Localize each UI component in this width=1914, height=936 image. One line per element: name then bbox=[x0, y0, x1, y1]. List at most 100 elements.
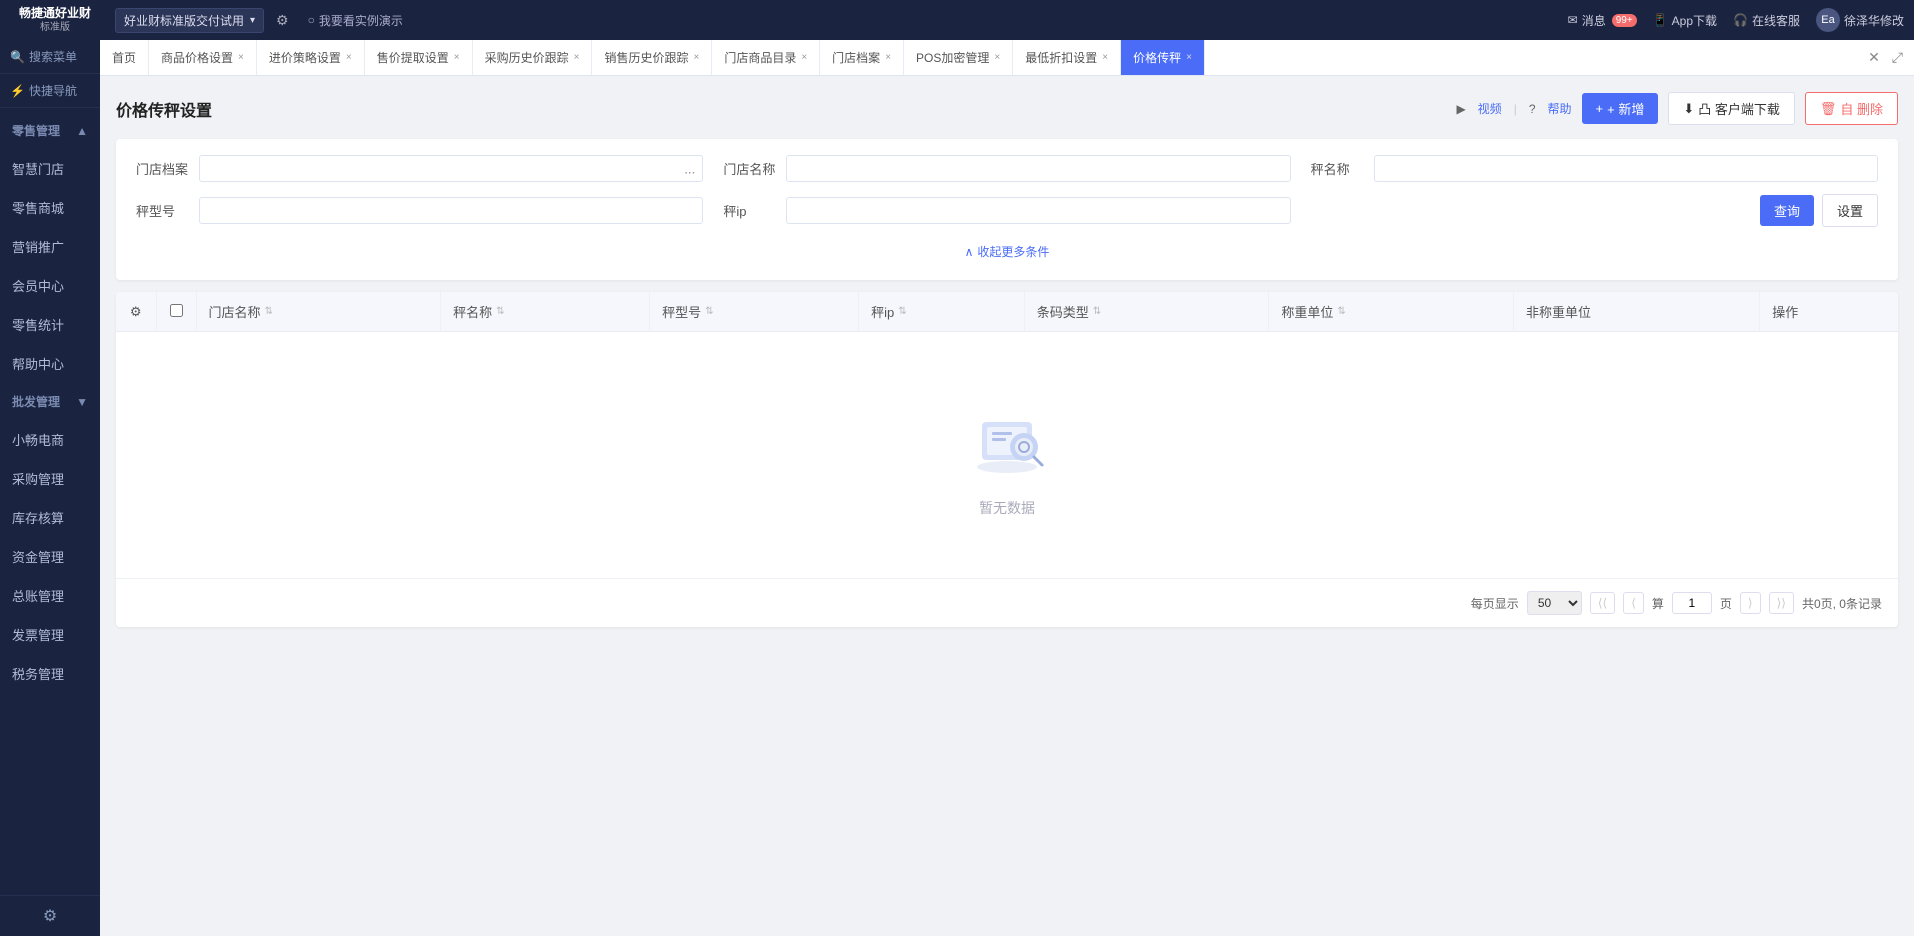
sort-scale-name[interactable]: 秤名称 ⇅ bbox=[453, 302, 637, 321]
filter-card: 门店档案 ... 门店名称 秤名称 秤型号 秤ip bbox=[116, 139, 1898, 280]
sidebar-item-wholesale-mgmt[interactable]: 批发管理 ▼ bbox=[0, 383, 100, 420]
scale-model-input[interactable] bbox=[199, 197, 703, 224]
close-icon[interactable]: × bbox=[1186, 52, 1192, 63]
tab-store-catalog[interactable]: 门店商品目录 × bbox=[712, 40, 820, 76]
page-size-select[interactable]: 10 20 50 100 bbox=[1527, 591, 1582, 615]
tab-product-pricing[interactable]: 商品价格设置 × bbox=[149, 40, 257, 76]
sidebar-item-label: 采购管理 bbox=[12, 469, 64, 488]
scale-ip-label: 秤ip bbox=[723, 201, 778, 220]
set-button[interactable]: 设置 bbox=[1822, 194, 1878, 227]
sidebar-search[interactable]: 🔍 搜索菜单 bbox=[0, 40, 100, 74]
tab-label: 最低折扣设置 bbox=[1025, 49, 1097, 66]
demo-link[interactable]: ○ 我要看实例演示 bbox=[308, 12, 403, 29]
close-icon[interactable]: × bbox=[454, 52, 460, 63]
query-button[interactable]: 查询 bbox=[1760, 195, 1814, 226]
sidebar-item-label: 总账管理 bbox=[12, 586, 64, 605]
page-label-post: 页 bbox=[1720, 595, 1732, 612]
settings-gear-icon[interactable]: ⚙ bbox=[43, 906, 57, 926]
last-page-button[interactable]: ⟩⟩ bbox=[1769, 592, 1794, 614]
close-tab-button[interactable]: ✕ bbox=[1862, 45, 1886, 70]
close-icon[interactable]: × bbox=[994, 52, 1000, 63]
close-icon[interactable]: × bbox=[885, 52, 891, 63]
demo-text: 我要看实例演示 bbox=[319, 12, 403, 29]
sort-icon: ⇅ bbox=[705, 306, 713, 317]
tab-store-archive[interactable]: 门店档案 × bbox=[820, 40, 904, 76]
sort-weight-unit[interactable]: 称重单位 ⇅ bbox=[1281, 302, 1501, 321]
close-icon[interactable]: × bbox=[574, 52, 580, 63]
version-settings-button[interactable]: ⚙ bbox=[272, 8, 293, 33]
filter-row-2: 秤型号 秤ip 查询 设置 bbox=[136, 194, 1878, 227]
video-label[interactable]: 视频 bbox=[1478, 100, 1502, 117]
sidebar-item-invoice[interactable]: 发票管理 bbox=[0, 615, 100, 654]
th-scale-ip: 秤ip ⇅ bbox=[859, 292, 1025, 332]
version-selector[interactable]: 好业财标准版交付试用 ▾ bbox=[115, 8, 264, 33]
tab-price-scale[interactable]: 价格传秤 × bbox=[1121, 40, 1205, 76]
tab-label: POS加密管理 bbox=[916, 49, 989, 66]
sort-icon: ⇅ bbox=[265, 306, 273, 317]
sidebar-item-general-ledger[interactable]: 总账管理 bbox=[0, 576, 100, 615]
page-help: ▶ 视频 | ? 帮助 bbox=[1456, 100, 1571, 117]
select-all-checkbox[interactable] bbox=[170, 304, 183, 317]
sidebar-item-help[interactable]: 帮助中心 bbox=[0, 344, 100, 383]
store-name-input[interactable] bbox=[786, 155, 1290, 182]
sidebar-item-member[interactable]: 会员中心 bbox=[0, 266, 100, 305]
online-service-button[interactable]: 🎧 在线客服 bbox=[1733, 12, 1800, 29]
sort-store-name[interactable]: 门店名称 ⇅ bbox=[209, 302, 429, 321]
sidebar-search-label: 搜索菜单 bbox=[29, 48, 77, 65]
video-icon: ▶ bbox=[1456, 102, 1465, 116]
app-download-button[interactable]: 📱 App下载 bbox=[1653, 12, 1717, 29]
prev-page-button[interactable]: ⟨ bbox=[1623, 592, 1644, 614]
tab-home[interactable]: 首页 bbox=[100, 40, 149, 76]
close-icon[interactable]: × bbox=[693, 52, 699, 63]
version-label: 好业财标准版交付试用 bbox=[124, 12, 244, 29]
store-archive-input[interactable] bbox=[199, 155, 703, 182]
sidebar-item-retail-mgmt[interactable]: 零售管理 ▲ bbox=[0, 112, 100, 149]
sidebar-item-label: 帮助中心 bbox=[12, 354, 64, 373]
filter-item-scale-ip: 秤ip bbox=[723, 197, 1290, 224]
tab-pos-encrypt[interactable]: POS加密管理 × bbox=[904, 40, 1013, 76]
next-page-button[interactable]: ⟩ bbox=[1740, 592, 1761, 614]
sidebar-item-smart-store[interactable]: 智慧门店 bbox=[0, 149, 100, 188]
page-title: 价格传秤设置 bbox=[116, 97, 212, 121]
store-archive-dots-button[interactable]: ... bbox=[680, 161, 699, 176]
sidebar-item-ecommerce[interactable]: 小畅电商 bbox=[0, 420, 100, 459]
delete-button[interactable]: 🗑 自 删除 bbox=[1805, 92, 1898, 125]
collapse-button[interactable]: ∧ 收起更多条件 bbox=[136, 239, 1878, 264]
sidebar-item-marketing[interactable]: 营销推广 bbox=[0, 227, 100, 266]
first-page-button[interactable]: ⟨⟨ bbox=[1590, 592, 1615, 614]
help-label[interactable]: 帮助 bbox=[1548, 100, 1572, 117]
user-area[interactable]: Ea 徐泽华修改 bbox=[1816, 8, 1904, 32]
close-icon[interactable]: × bbox=[1102, 52, 1108, 63]
logo-title: 畅捷通好业财 bbox=[19, 6, 91, 22]
sidebar-item-tax[interactable]: 税务管理 bbox=[0, 654, 100, 693]
add-button[interactable]: + + 新增 bbox=[1582, 93, 1659, 124]
download-client-button[interactable]: ⬇ 凸 客户端下载 bbox=[1668, 92, 1795, 125]
download-icon: 📱 bbox=[1653, 13, 1668, 27]
maximize-tab-button[interactable]: ⤢ bbox=[1886, 45, 1909, 70]
close-icon[interactable]: × bbox=[238, 52, 244, 63]
scale-ip-input[interactable] bbox=[786, 197, 1290, 224]
page-number-input[interactable] bbox=[1672, 592, 1712, 614]
message-button[interactable]: ✉ 消息 99+ bbox=[1568, 12, 1637, 29]
close-icon[interactable]: × bbox=[801, 52, 807, 63]
sidebar-item-retail-mall[interactable]: 零售商城 bbox=[0, 188, 100, 227]
tab-sale-price-extract[interactable]: 售价提取设置 × bbox=[365, 40, 473, 76]
sort-barcode-type[interactable]: 条码类型 ⇅ bbox=[1037, 302, 1257, 321]
close-icon[interactable]: × bbox=[346, 52, 352, 63]
sidebar-item-inventory[interactable]: 库存核算 bbox=[0, 498, 100, 537]
tab-purchase-strategy[interactable]: 进价策略设置 × bbox=[257, 40, 365, 76]
message-badge: 99+ bbox=[1612, 14, 1637, 27]
th-settings[interactable]: ⚙ bbox=[116, 292, 156, 332]
tab-sales-history[interactable]: 销售历史价跟踪 × bbox=[592, 40, 712, 76]
sort-scale-ip[interactable]: 秤ip ⇅ bbox=[871, 302, 1012, 321]
sort-scale-model[interactable]: 秤型号 ⇅ bbox=[662, 302, 846, 321]
table-header-row: ⚙ 门店名称 ⇅ 秤名称 bbox=[116, 292, 1898, 332]
tab-min-discount[interactable]: 最低折扣设置 × bbox=[1013, 40, 1121, 76]
tab-purchase-history[interactable]: 采购历史价跟踪 × bbox=[473, 40, 593, 76]
sidebar-item-retail-stats[interactable]: 零售统计 bbox=[0, 305, 100, 344]
sidebar-quick-nav[interactable]: ⚡ 快捷导航 bbox=[0, 74, 100, 108]
sidebar-item-finance[interactable]: 资金管理 bbox=[0, 537, 100, 576]
filter-item-scale-model: 秤型号 bbox=[136, 197, 703, 224]
scale-name-input[interactable] bbox=[1374, 155, 1878, 182]
sidebar-item-purchase[interactable]: 采购管理 bbox=[0, 459, 100, 498]
